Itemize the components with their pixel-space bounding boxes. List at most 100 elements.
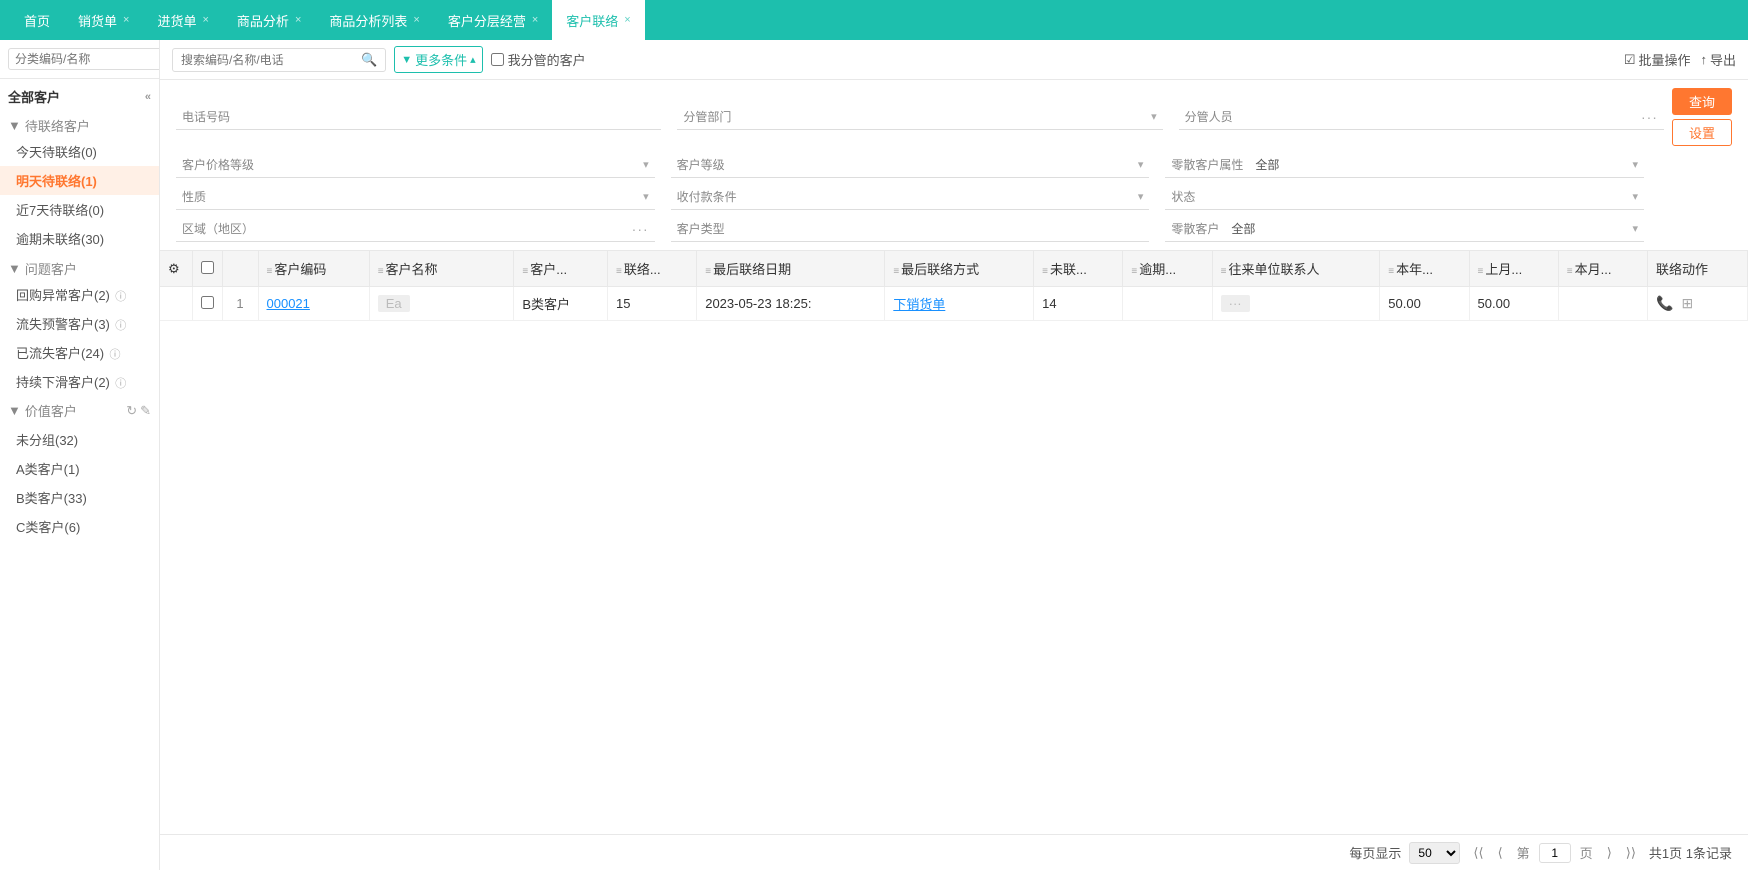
nav-purchase-close[interactable]: × <box>202 14 208 26</box>
value-edit-icon[interactable]: ✎ <box>140 403 151 419</box>
nav-customer-contact-close[interactable]: × <box>624 14 630 26</box>
per-page-select[interactable]: 50 100 200 <box>1409 842 1460 864</box>
next-page-btn[interactable]: ⟩ <box>1602 843 1617 863</box>
my-customers-check[interactable] <box>491 53 504 66</box>
sidebar-item-churn-warning[interactable]: 流失预警客户(3) ⓘ <box>0 309 159 338</box>
nav-customer-layer-close[interactable]: × <box>532 14 538 26</box>
my-customers-checkbox[interactable]: 我分管的客户 <box>491 50 586 69</box>
filter-price-level[interactable]: 客户价格等级 ▾ <box>176 152 655 178</box>
nav-goods-analysis[interactable]: 商品分析 × <box>223 0 315 40</box>
col-this-year: ≡本年... <box>1380 251 1469 287</box>
filter-retail-customer[interactable]: 零散客户 全部 ▾ <box>1165 216 1644 242</box>
nav-customer-contact[interactable]: 客户联络 × <box>552 0 644 40</box>
sidebar-item-today[interactable]: 今天待联络(0) <box>0 137 159 166</box>
main-search-input[interactable] <box>181 53 361 67</box>
filter-payment[interactable]: 收付款条件 ▾ <box>671 184 1150 210</box>
status-dropdown-icon[interactable]: ▾ <box>1632 190 1638 203</box>
row-code-cell[interactable]: 000021 <box>258 287 369 321</box>
row-checkbox[interactable] <box>201 296 214 309</box>
nav-goods-analysis-close[interactable]: × <box>295 14 301 26</box>
nav-purchase[interactable]: 进货单 × <box>143 0 222 40</box>
sidebar-item-ungrouped[interactable]: 未分组(32) <box>0 425 159 454</box>
row-overdue-cell <box>1123 287 1212 321</box>
row-last-contact-method-cell[interactable]: 下销货单 <box>885 287 1034 321</box>
b-class-label: B类客户(33) <box>16 491 87 506</box>
value-section-header[interactable]: ▼ 价值客户 ↻ ✎ <box>0 396 159 425</box>
nav-sales-close[interactable]: × <box>123 14 129 26</box>
problem-section-header: ▼ 问题客户 <box>0 253 159 280</box>
filter-gender[interactable]: 性质 ▾ <box>176 184 655 210</box>
sidebar-all-customers[interactable]: 全部客户 « <box>0 79 159 110</box>
area-dots-icon[interactable]: ··· <box>632 221 649 237</box>
row-checkbox-cell[interactable] <box>192 287 222 321</box>
dept-dropdown-icon[interactable]: ▾ <box>1151 110 1157 123</box>
retail-customer-label: 零散客户 <box>1171 220 1219 237</box>
last-page-btn[interactable]: ⟩⟩ <box>1621 843 1641 863</box>
col-checkbox[interactable] <box>192 251 222 287</box>
nav-purchase-label: 进货单 <box>157 11 196 30</box>
retail-customer-dropdown-icon[interactable]: ▾ <box>1632 222 1638 235</box>
sidebar-item-tomorrow[interactable]: 明天待联络(1) <box>0 166 159 195</box>
sidebar-item-repurchase[interactable]: 回购异常客户(2) ⓘ <box>0 280 159 309</box>
row-code[interactable]: 000021 <box>267 296 310 311</box>
main-search-icon[interactable]: 🔍 <box>361 52 377 68</box>
batch-op-btn[interactable]: ☑ 批量操作 <box>1624 50 1691 69</box>
my-customers-label: 我分管的客户 <box>508 50 586 69</box>
sidebar-item-declining[interactable]: 持续下滑客户(2) ⓘ <box>0 367 159 396</box>
filter-area[interactable]: 区域（地区） ··· <box>176 216 655 242</box>
sidebar-item-churned[interactable]: 已流失客户(24) ⓘ <box>0 338 159 367</box>
page-number-input[interactable] <box>1539 843 1571 863</box>
value-refresh-icon[interactable]: ↻ <box>126 403 137 419</box>
payment-dropdown-icon[interactable]: ▾ <box>1138 190 1144 203</box>
manager-dots-icon[interactable]: ··· <box>1641 109 1658 125</box>
query-button[interactable]: 查询 <box>1672 88 1732 115</box>
nav-home[interactable]: 首页 <box>10 0 64 40</box>
more-conditions-label: 更多条件 <box>415 50 467 69</box>
sidebar-item-week[interactable]: 近7天待联络(0) <box>0 195 159 224</box>
filter-customer-type[interactable]: 客户类型 <box>671 216 1150 242</box>
gear-icon[interactable]: ⚙ <box>168 261 180 276</box>
more-conditions-btn[interactable]: ▼ 更多条件 ▴ <box>394 46 482 73</box>
price-level-dropdown-icon[interactable]: ▾ <box>643 158 649 171</box>
sidebar-item-c-class[interactable]: C类客户(6) <box>0 512 159 541</box>
filter-dept[interactable]: 分管部门 ▾ <box>677 104 1162 130</box>
col-gear[interactable]: ⚙ <box>160 251 192 287</box>
settings-button[interactable]: 设置 <box>1672 119 1732 146</box>
call-action-icon[interactable]: 📞 <box>1656 295 1673 312</box>
batch-checkbox-icon: ☑ <box>1624 52 1636 68</box>
customer-level-dropdown-icon[interactable]: ▾ <box>1138 158 1144 171</box>
phone-label: 电话号码 <box>182 108 230 125</box>
nav-customer-layer[interactable]: 客户分层经营 × <box>434 0 552 40</box>
table-footer: 每页显示 50 100 200 ⟨⟨ ⟨ 第 页 ⟩ ⟩⟩ 共1页 1条记录 <box>160 834 1748 870</box>
filter-status[interactable]: 状态 ▾ <box>1165 184 1644 210</box>
filter-panel: 电话号码 分管部门 ▾ 分管人员 ··· 查询 设置 <box>160 80 1748 251</box>
nav-customer-layer-label: 客户分层经营 <box>448 11 526 30</box>
filter-phone: 电话号码 <box>176 104 661 130</box>
retail-attr-dropdown-icon[interactable]: ▾ <box>1632 158 1638 171</box>
nav-goods-analysis-list-label: 商品分析列表 <box>329 11 407 30</box>
nav-sales[interactable]: 销货单 × <box>64 0 143 40</box>
filter-customer-level[interactable]: 客户等级 ▾ <box>671 152 1150 178</box>
row-name[interactable]: Ea <box>378 295 410 312</box>
grid-action-icon[interactable]: ⊞ <box>1681 295 1693 312</box>
nav-goods-analysis-list-close[interactable]: × <box>413 14 419 26</box>
sidebar-item-b-class[interactable]: B类客户(33) <box>0 483 159 512</box>
row-gear-cell <box>160 287 192 321</box>
row-name-cell[interactable]: Ea <box>369 287 514 321</box>
export-btn[interactable]: ↑ 导出 <box>1700 50 1736 69</box>
first-page-btn[interactable]: ⟨⟨ <box>1468 843 1488 863</box>
sidebar-item-a-class[interactable]: A类客户(1) <box>0 454 159 483</box>
gender-dropdown-icon[interactable]: ▾ <box>643 190 649 203</box>
col-last-contact-date: ≡最后联络日期 <box>697 251 885 287</box>
nav-goods-analysis-list[interactable]: 商品分析列表 × <box>315 0 433 40</box>
filter-retail-attr[interactable]: 零散客户属性 全部 ▾ <box>1165 152 1644 178</box>
select-all-checkbox[interactable] <box>201 261 214 274</box>
filter-manager[interactable]: 分管人员 ··· <box>1179 104 1664 130</box>
row-last-contact-method[interactable]: 下销货单 <box>893 297 945 312</box>
prev-page-btn[interactable]: ⟨ <box>1493 843 1508 863</box>
sidebar-item-overdue[interactable]: 逾期未联络(30) <box>0 224 159 253</box>
sidebar-search-input[interactable] <box>8 48 160 70</box>
row-this-year: 50.00 <box>1388 296 1421 311</box>
row-action-cell: 📞 ⊞ <box>1648 287 1748 321</box>
sidebar-collapse-icon[interactable]: « <box>145 91 151 103</box>
